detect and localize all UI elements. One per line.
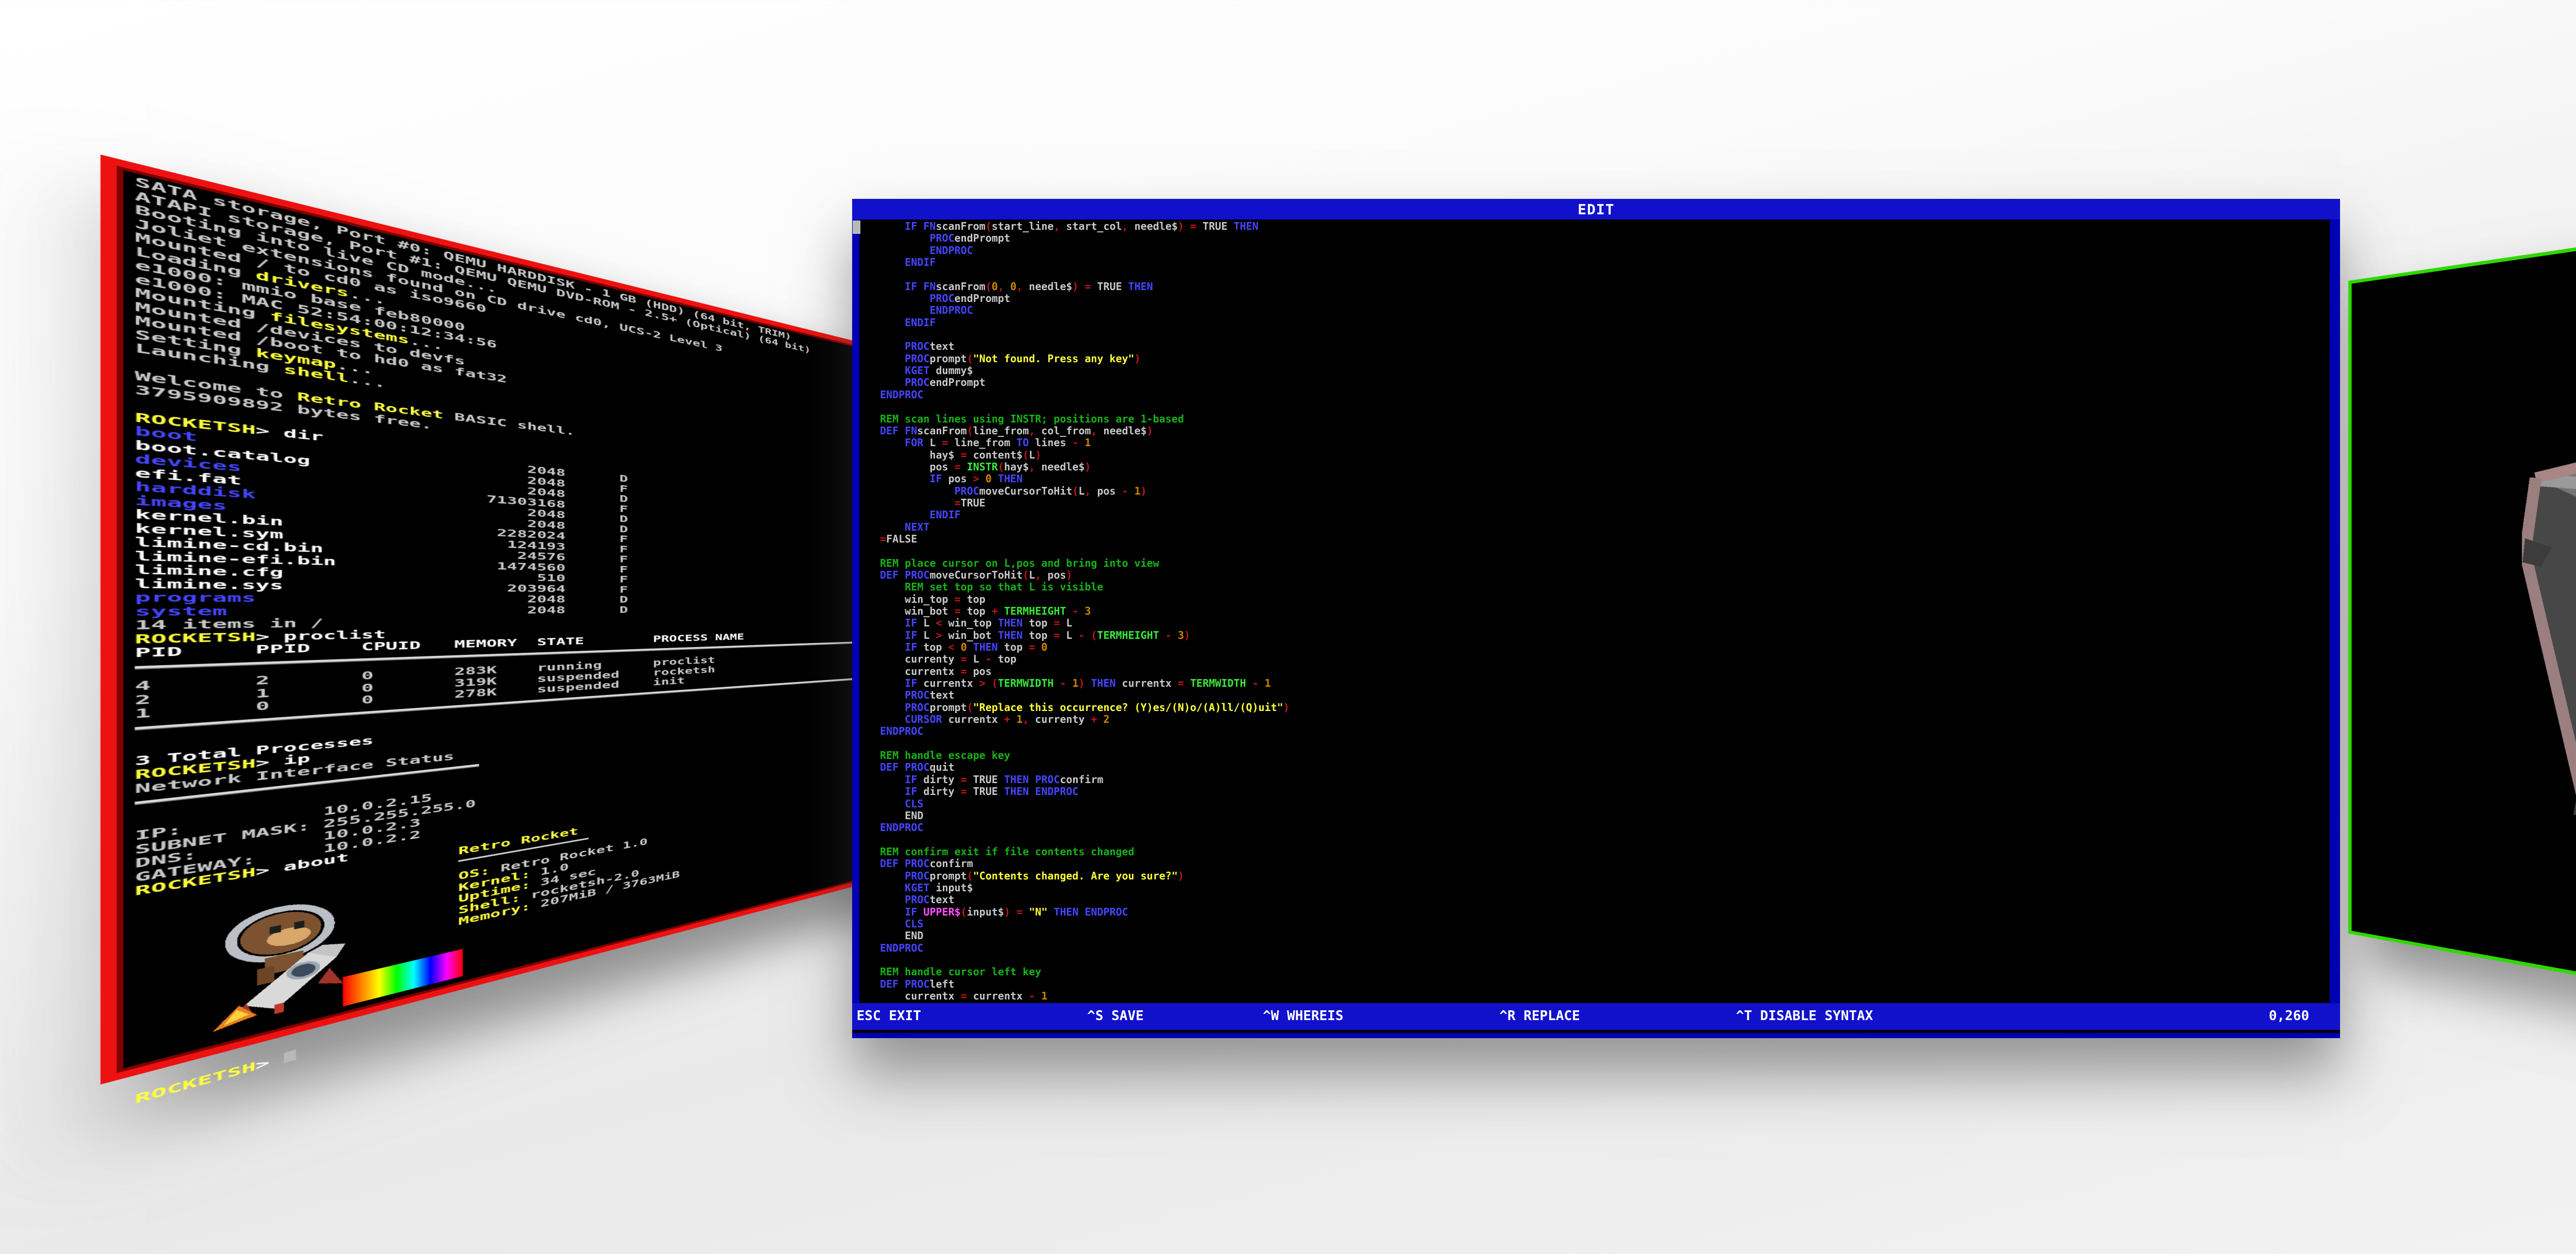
code-line: FOR L = line_from TO lines - 1 xyxy=(880,437,2330,449)
editor-title: EDIT xyxy=(1578,201,1614,218)
code-line: DEF PROCleft xyxy=(880,978,2330,990)
code-line: CLS xyxy=(880,798,2330,810)
code-line: IF UPPER$(input$) = "N" THEN ENDPROC xyxy=(880,906,2330,918)
code-line: KGET dummy$ xyxy=(880,365,2330,377)
code-line: IF dirty = TRUE THEN PROCconfirm xyxy=(880,774,2330,786)
code-line xyxy=(880,738,2330,750)
code-line: REM handle escape key xyxy=(880,750,2330,761)
code-line: IF FNscanFrom(start_line, start_col, nee… xyxy=(880,221,2330,232)
code-line: CURSOR currentx + 1, currenty + 2 xyxy=(880,714,2330,725)
code-line: =TRUE xyxy=(880,497,2330,509)
code-line: CLS xyxy=(880,918,2330,930)
editor-footer-gap xyxy=(852,1030,2340,1033)
code-line: DEF PROCquit xyxy=(880,761,2330,773)
crate-3d-render xyxy=(2522,420,2576,869)
code-line: currentx = pos xyxy=(880,666,2330,677)
editor-title-bar: EDIT xyxy=(852,199,2340,219)
code-line: currenty = L - top xyxy=(880,653,2330,665)
code-line: PROCtext xyxy=(880,894,2330,906)
code-line: ENDIF xyxy=(880,509,2330,521)
code-line xyxy=(880,545,2330,557)
code-line: IF L < win_top THEN top = L xyxy=(880,617,2330,629)
code-line: ENDIF xyxy=(880,257,2330,268)
code-line: DEF FNscanFrom(line_from, col_from, need… xyxy=(880,425,2330,437)
code-line: REM handle cursor left key xyxy=(880,966,2330,978)
code-line: REM place cursor on L,pos and bring into… xyxy=(880,557,2330,569)
code-line: DEF PROCconfirm xyxy=(880,858,2330,870)
code-line: PROCmoveCursorToHit(L, pos - 1) xyxy=(880,485,2330,497)
scrollbar-thumb[interactable] xyxy=(853,221,860,234)
code-line: ENDPROC xyxy=(880,725,2330,737)
code-line: PROCprompt("Contents changed. Are you su… xyxy=(880,870,2330,882)
status-shortcut-esc-exit: ESC EXIT xyxy=(857,1008,921,1024)
code-line: pos = INSTR(hay$, needle$) xyxy=(880,461,2330,473)
status-shortcut--s-save: ^S SAVE xyxy=(1087,1008,1144,1024)
code-line: IF FNscanFrom(0, 0, needle$) = TRUE THEN xyxy=(880,281,2330,293)
code-line xyxy=(880,954,2330,966)
code-line: IF pos > 0 THEN xyxy=(880,473,2330,485)
code-line: ENDPROC xyxy=(880,245,2330,257)
editor-status-bar: 0,260 ESC EXIT ^S SAVE ^W WHEREIS ^R REPLAC… xyxy=(852,1003,2340,1030)
code-line: ENDPROC xyxy=(880,822,2330,834)
code-line: REM confirm exit if file contents change… xyxy=(880,846,2330,858)
code-line: =FALSE xyxy=(880,533,2330,545)
code-line: REM scan lines using INSTR; positions ar… xyxy=(880,413,2330,425)
editor-window: EDIT IF FNscanFrom(start_line, start_col… xyxy=(852,199,2340,1038)
code-line: PROCendPrompt xyxy=(880,377,2330,388)
code-line: DEF PROCmoveCursorToHit(L, pos) xyxy=(880,569,2330,581)
code-line: END xyxy=(880,810,2330,822)
code-line: IF L > win_bot THEN top = L - (TERMHEIGH… xyxy=(880,630,2330,641)
code-line: ENDPROC xyxy=(880,389,2330,401)
code-line: IF dirty = TRUE THEN ENDPROC xyxy=(880,786,2330,798)
code-line: PROCprompt("Replace this occurrence? (Y)… xyxy=(880,702,2330,714)
cursor-position: 0,260 xyxy=(2269,1008,2309,1024)
code-line xyxy=(880,834,2330,846)
code-line xyxy=(880,401,2330,413)
code-line: PROCendPrompt xyxy=(880,232,2330,244)
code-line: PROCprompt("Not found. Press any key") xyxy=(880,353,2330,365)
status-shortcut--t-disable-syntax: ^T DISABLE SYNTAX xyxy=(1736,1008,1873,1024)
code-line: ENDPROC xyxy=(880,304,2330,316)
code-line: ENDIF xyxy=(880,317,2330,329)
crate-screen-window xyxy=(2348,169,2576,1073)
editor-scrollbar[interactable] xyxy=(852,219,859,1003)
code-line: currentx = currentx - 1 xyxy=(880,990,2330,1002)
code-line: win_bot = top + TERMHEIGHT - 3 xyxy=(880,605,2330,617)
code-line: REM set top so that L is visible xyxy=(880,581,2330,593)
editor-code-area[interactable]: IF FNscanFrom(start_line, start_col, nee… xyxy=(859,219,2330,1002)
code-line: END xyxy=(880,930,2330,942)
rocket-mascot-art xyxy=(196,869,368,1061)
code-line: PROCtext xyxy=(880,341,2330,352)
code-line: win_top = top xyxy=(880,594,2330,605)
status-shortcut--r-replace: ^R REPLACE xyxy=(1499,1008,1580,1024)
code-line: PROCendPrompt xyxy=(880,293,2330,304)
code-line xyxy=(880,268,2330,280)
code-line: IF currentx > (TERMWIDTH - 1) THEN curre… xyxy=(880,677,2330,689)
code-line: NEXT xyxy=(880,521,2330,533)
code-line: hay$ = content$(L) xyxy=(880,449,2330,461)
code-line: IF top < 0 THEN top = 0 xyxy=(880,641,2330,653)
code-line xyxy=(880,329,2330,341)
status-shortcut--w-whereis: ^W WHEREIS xyxy=(1263,1008,1344,1024)
code-line: ENDPROC xyxy=(880,942,2330,954)
code-line: PROCtext xyxy=(880,689,2330,701)
code-line: KGET input$ xyxy=(880,882,2330,894)
